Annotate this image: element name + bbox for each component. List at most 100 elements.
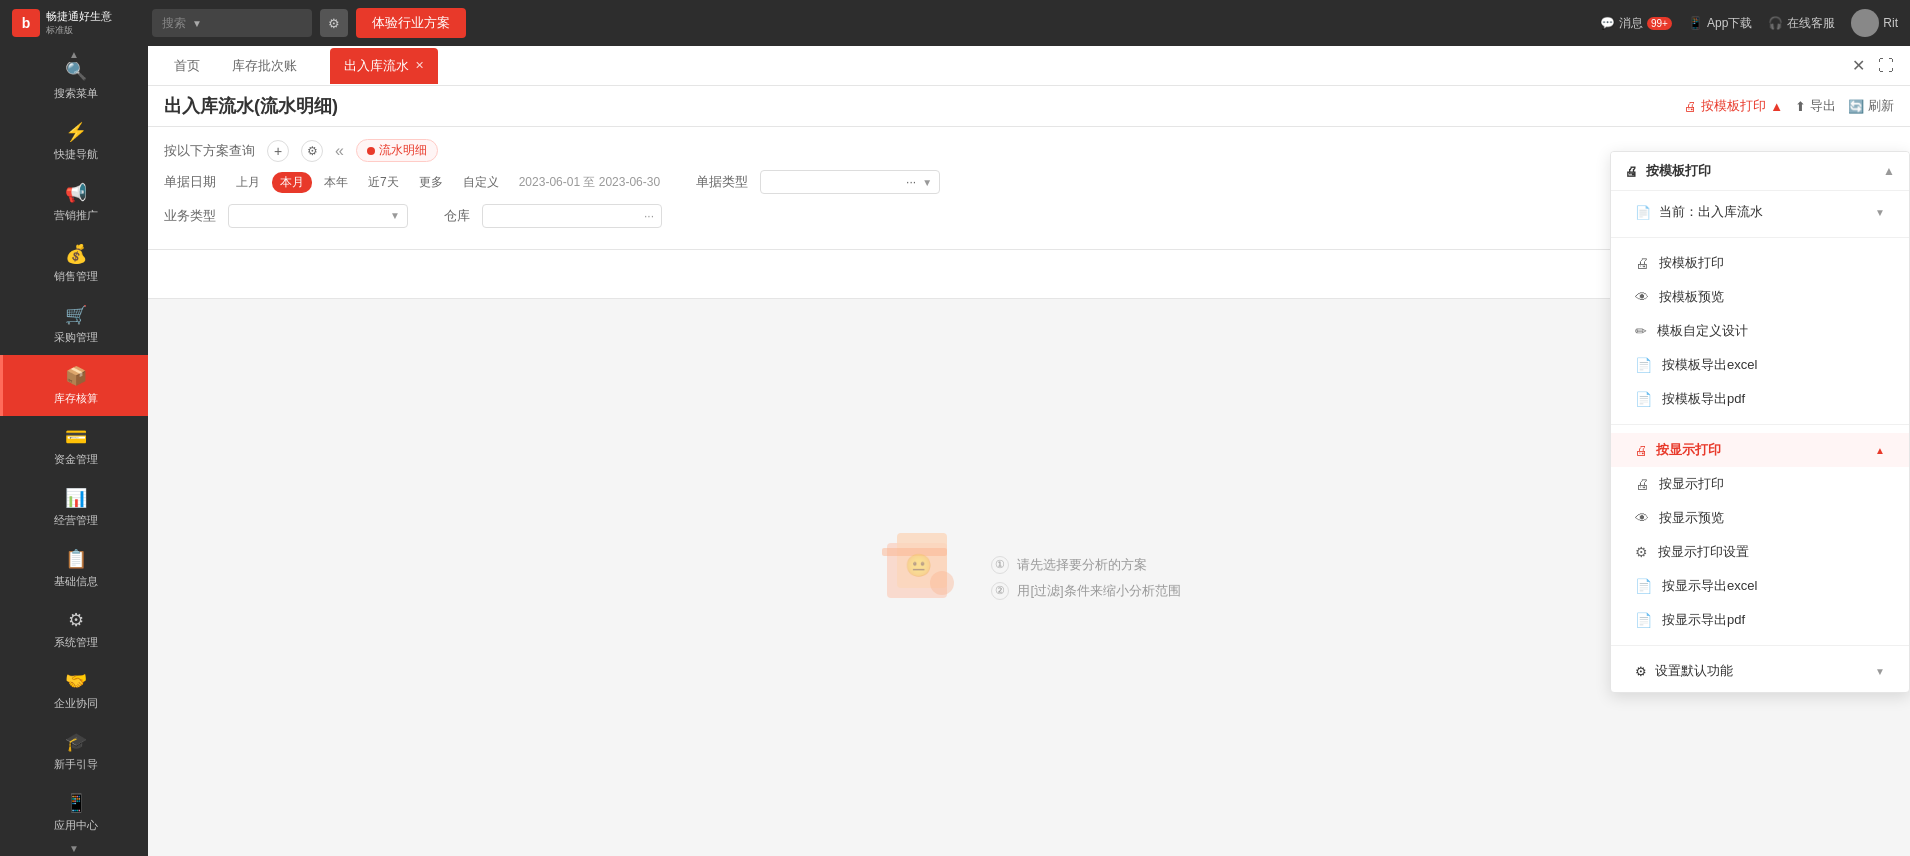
sales-sidebar-icon: 💰 [65, 243, 87, 265]
date-tab-this-year[interactable]: 本年 [316, 172, 356, 193]
sidebar-item-purchase[interactable]: 🛒 采购管理 [0, 294, 148, 355]
svg-point-3 [930, 571, 954, 595]
tag-dot-icon [367, 147, 375, 155]
display-section-header-item[interactable]: 🖨 按显示打印 ▲ [1611, 433, 1909, 467]
divider-3 [1611, 645, 1909, 646]
sidebar-item-purchase-label: 采购管理 [54, 330, 98, 345]
top-bar: b 畅捷通好生意 标准版 搜索 ▼ ⚙ 体验行业方案 💬 消息 99+ 📱 Ap… [0, 0, 1910, 46]
tab-batch-close[interactable]: ✕ [303, 59, 312, 72]
filter-settings-button[interactable]: ⚙ [301, 140, 323, 162]
sidebar-item-marketing[interactable]: 📢 营销推广 [0, 172, 148, 233]
display-export-excel-item[interactable]: 📄 按显示导出excel [1611, 569, 1909, 603]
sidebar-item-apps[interactable]: 📱 应用中心 [0, 782, 148, 843]
date-tab-custom[interactable]: 自定义 [455, 172, 507, 193]
default-arrow-icon: ▼ [1875, 666, 1885, 677]
shortcuts-sidebar-icon: ⚡ [65, 121, 87, 143]
enterprise-sidebar-icon: 🤝 [65, 670, 87, 692]
sidebar-item-operations[interactable]: 📊 经营管理 [0, 477, 148, 538]
template-custom-label: 模板自定义设计 [1657, 322, 1748, 340]
tab-flow-close[interactable]: ✕ [415, 59, 424, 72]
default-section: ⚙ 设置默认功能 ▼ [1611, 650, 1909, 692]
user-area[interactable]: Rit [1851, 9, 1898, 37]
main-layout: ▲ 🔍 搜索菜单 ⚡ 快捷导航 📢 营销推广 💰 销售管理 🛒 采购管理 [0, 46, 1910, 856]
template-preview-label: 按模板预览 [1659, 288, 1724, 306]
template-custom-item[interactable]: ✏ 模板自定义设计 [1611, 314, 1909, 348]
sidebar-item-enterprise[interactable]: 🤝 企业协同 [0, 660, 148, 721]
sidebar-item-basic[interactable]: 📋 基础信息 [0, 538, 148, 599]
template-export-pdf-item[interactable]: 📄 按模板导出pdf [1611, 382, 1909, 416]
step-2-text: 用[过滤]条件来缩小分析范围 [1017, 582, 1180, 600]
display-export-pdf-item[interactable]: 📄 按显示导出pdf [1611, 603, 1909, 637]
display-print-item[interactable]: 🖨 按显示打印 [1611, 467, 1909, 501]
tab-home[interactable]: 首页 [160, 48, 214, 84]
refresh-action-button[interactable]: 🔄 刷新 [1848, 97, 1894, 115]
divider-2 [1611, 424, 1909, 425]
window-expand-button[interactable]: ⛶ [1874, 54, 1898, 78]
sidebar-item-inventory[interactable]: 📦 库存核算 [0, 355, 148, 416]
page-title: 出入库流水(流水明细) [164, 94, 338, 118]
step-1-number: ① [991, 556, 1009, 574]
print-icon: 🖨 [1684, 99, 1697, 114]
template-print-icon: 🖨 [1635, 255, 1649, 271]
warehouse-input[interactable] [482, 204, 662, 228]
template-preview-item[interactable]: 👁 按模板预览 [1611, 280, 1909, 314]
messages-item[interactable]: 💬 消息 99+ [1600, 15, 1672, 32]
page-actions: 🖨 按模板打印 ▲ ⬆ 导出 🔄 刷新 [1684, 97, 1894, 115]
filter-collapse-button[interactable]: « [335, 142, 344, 160]
settings-button[interactable]: ⚙ [320, 9, 348, 37]
dropdown-arrow-icon: ▼ [192, 18, 202, 29]
sidebar-scroll-down[interactable]: ▼ [0, 840, 148, 856]
set-default-icon: ⚙ [1635, 664, 1647, 679]
sidebar-items: 🔍 搜索菜单 ⚡ 快捷导航 📢 营销推广 💰 销售管理 🛒 采购管理 📦 [0, 46, 148, 856]
sidebar-scroll-up[interactable]: ▲ [0, 46, 148, 62]
tab-flow[interactable]: 出入库流水 ✕ [330, 48, 438, 84]
sidebar-item-sales[interactable]: 💰 销售管理 [0, 233, 148, 294]
filter-tag[interactable]: 流水明细 [356, 139, 438, 162]
customer-service-item[interactable]: 🎧 在线客服 [1768, 15, 1835, 32]
window-close-button[interactable]: ✕ [1846, 54, 1870, 78]
display-section-title: 按显示打印 [1656, 441, 1721, 459]
dropdown-current-item[interactable]: 📄 当前：出入库流水 ▼ [1611, 195, 1909, 229]
template-export-excel-item[interactable]: 📄 按模板导出excel [1611, 348, 1909, 382]
display-section-icon: 🖨 [1635, 443, 1648, 458]
add-filter-button[interactable]: + [267, 140, 289, 162]
sidebar-item-finance-label: 资金管理 [54, 452, 98, 467]
search-box[interactable]: 搜索 ▼ [152, 9, 312, 37]
sidebar-item-shortcuts[interactable]: ⚡ 快捷导航 [0, 111, 148, 172]
date-tab-last-month[interactable]: 上月 [228, 172, 268, 193]
template-section: 🖨 按模板打印 👁 按模板预览 ✏ 模板自定义设计 📄 按模板导出excel 📄 [1611, 242, 1909, 420]
export-action-button[interactable]: ⬆ 导出 [1795, 97, 1836, 115]
display-section: 🖨 按显示打印 ▲ 🖨 按显示打印 👁 按显示预览 ⚙ 按显示打印设置 [1611, 429, 1909, 641]
date-filter-label: 单据日期 [164, 173, 216, 191]
business-type-select[interactable] [228, 204, 408, 228]
tab-batch[interactable]: 库存批次账 ✕ [218, 48, 326, 84]
refresh-label: 刷新 [1868, 97, 1894, 115]
sidebar-item-finance[interactable]: 💳 资金管理 [0, 416, 148, 477]
print-action-button[interactable]: 🖨 按模板打印 ▲ [1684, 97, 1783, 115]
set-default-item[interactable]: ⚙ 设置默认功能 ▼ [1611, 654, 1909, 688]
sidebar-item-system[interactable]: ⚙ 系统管理 [0, 599, 148, 660]
template-preview-icon: 👁 [1635, 289, 1649, 305]
warehouse-input-wrap: ··· [482, 204, 662, 228]
sidebar-item-guide[interactable]: 🎓 新手引导 [0, 721, 148, 782]
step-2-number: ② [991, 582, 1009, 600]
display-settings-item[interactable]: ⚙ 按显示打印设置 [1611, 535, 1909, 569]
date-tab-this-month[interactable]: 本月 [272, 172, 312, 193]
app-download-item[interactable]: 📱 App下载 [1688, 15, 1752, 32]
industry-solution-button[interactable]: 体验行业方案 [356, 8, 466, 38]
basic-sidebar-icon: 📋 [65, 548, 87, 570]
dropdown-arrow-up-icon[interactable]: ▲ [1883, 164, 1895, 178]
date-tab-more[interactable]: 更多 [411, 172, 451, 193]
template-print-item[interactable]: 🖨 按模板打印 [1611, 246, 1909, 280]
date-tab-7days[interactable]: 近7天 [360, 172, 407, 193]
marketing-sidebar-icon: 📢 [65, 182, 87, 204]
empty-step-2: ② 用[过滤]条件来缩小分析范围 [991, 582, 1180, 600]
display-settings-label: 按显示打印设置 [1658, 543, 1749, 561]
page-header: 出入库流水(流水明细) 🖨 按模板打印 ▲ ⬆ 导出 🔄 刷新 [148, 86, 1910, 127]
doc-type-select[interactable] [760, 170, 940, 194]
display-preview-item[interactable]: 👁 按显示预览 [1611, 501, 1909, 535]
display-export-excel-icon: 📄 [1635, 578, 1652, 594]
export-label: 导出 [1810, 97, 1836, 115]
window-controls: ✕ ⛶ [1846, 54, 1898, 78]
messages-label: 消息 [1619, 15, 1643, 32]
